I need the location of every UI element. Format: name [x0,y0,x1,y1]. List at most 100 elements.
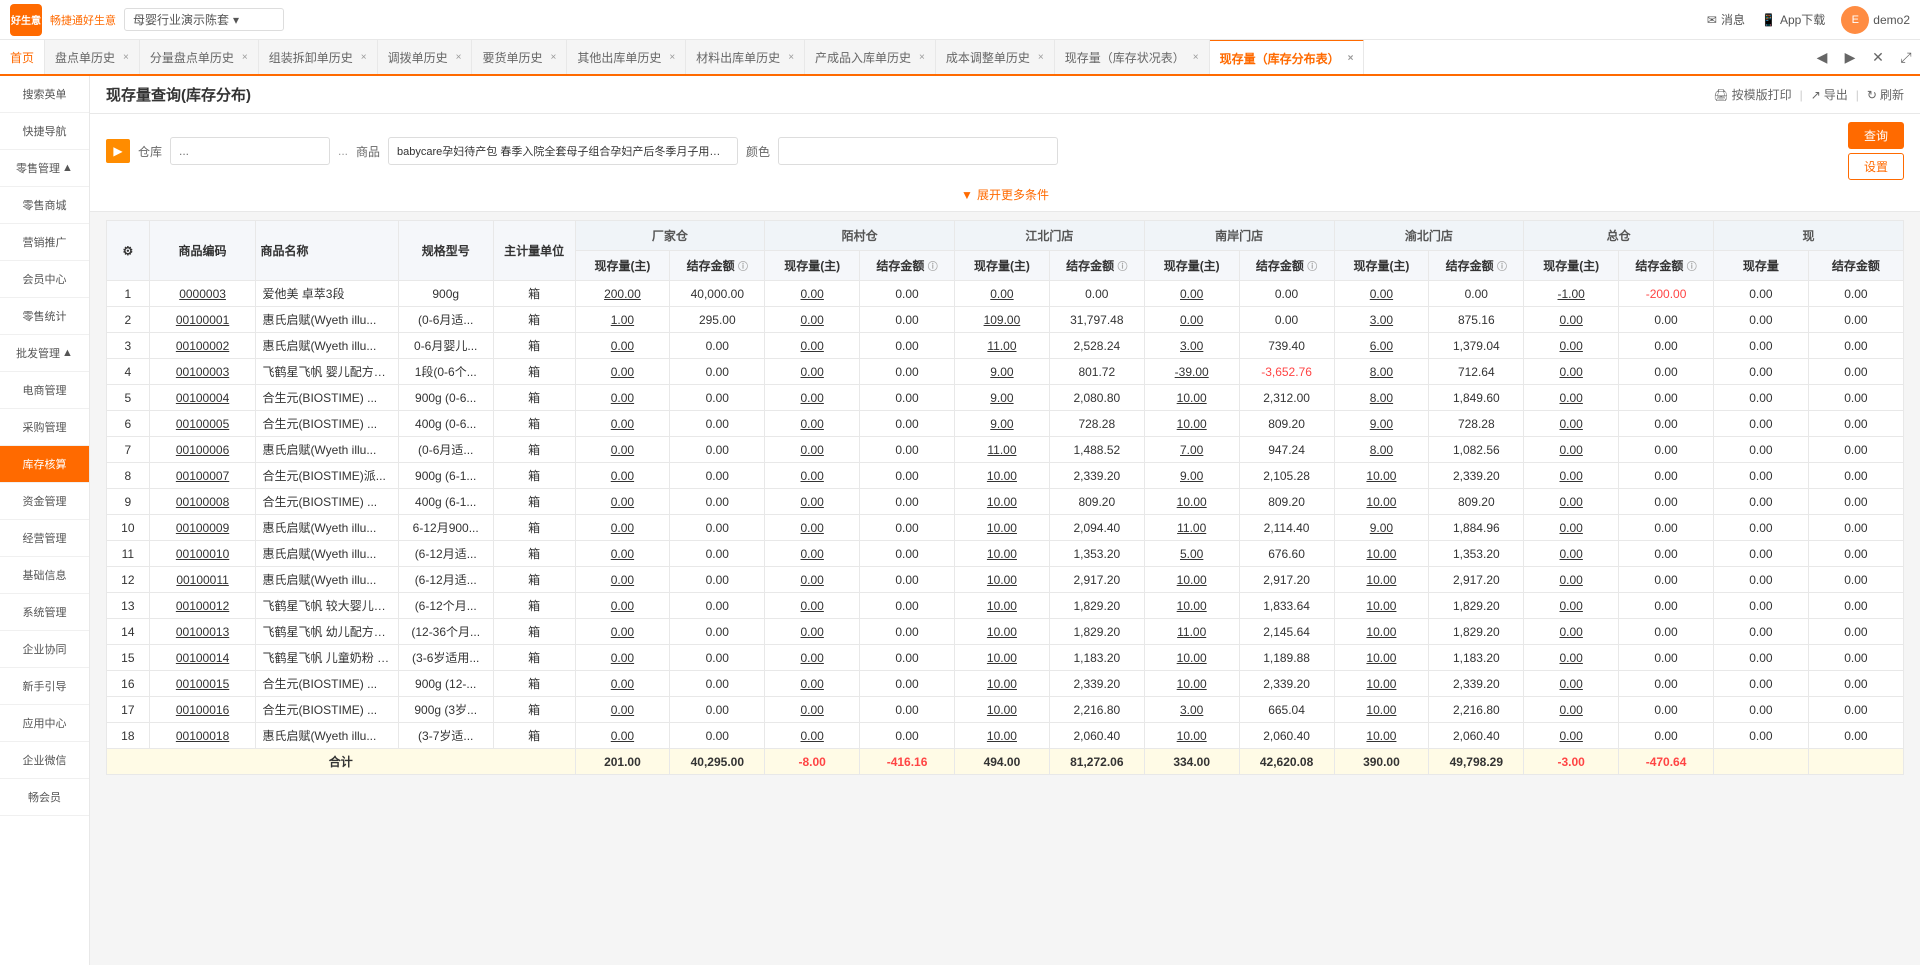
cell-na-qty[interactable]: 10.00 [1144,411,1239,437]
cell-jb-qty[interactable]: 10.00 [955,697,1050,723]
cell-total-qty[interactable]: 0.00 [1524,619,1619,645]
cell-fj-qty[interactable]: 0.00 [575,411,670,437]
info-icon-5[interactable]: ⓘ [1497,262,1507,273]
tab-9-close[interactable]: × [1038,52,1044,63]
cell-na-qty[interactable]: 9.00 [1144,463,1239,489]
app-download-btn[interactable]: 📱 App下载 [1761,11,1825,28]
cell-fj-qty[interactable]: 0.00 [575,593,670,619]
cell-mc-qty[interactable]: 0.00 [765,593,860,619]
cell-total-qty[interactable]: -1.00 [1524,281,1619,307]
cell-code[interactable]: 00100006 [149,437,256,463]
cell-fj-qty[interactable]: 0.00 [575,567,670,593]
cell-code[interactable]: 00100007 [149,463,256,489]
cell-yb-qty[interactable]: 10.00 [1334,645,1429,671]
sidebar-item-guide[interactable]: 新手引导 [0,668,89,705]
cell-fj-qty[interactable]: 0.00 [575,437,670,463]
cell-fj-qty[interactable]: 0.00 [575,619,670,645]
cell-total-qty[interactable]: 0.00 [1524,541,1619,567]
sidebar-item-ecommerce[interactable]: 电商管理 [0,372,89,409]
cell-code[interactable]: 00100002 [149,333,256,359]
tab-6-close[interactable]: × [669,52,675,63]
cell-jb-qty[interactable]: 10.00 [955,541,1050,567]
expand-more-row[interactable]: ▼ 展开更多条件 [106,186,1904,203]
cell-mc-qty[interactable]: 0.00 [765,515,860,541]
sidebar-item-members[interactable]: 会员中心 [0,261,89,298]
refresh-btn[interactable]: ↻ 刷新 [1867,86,1904,103]
settings-gear-icon[interactable]: ⚙ [122,244,133,258]
cell-na-qty[interactable]: 5.00 [1144,541,1239,567]
cell-mc-qty[interactable]: 0.00 [765,541,860,567]
sidebar-item-shortcuts[interactable]: 快捷导航 [0,113,89,150]
cell-total-qty[interactable]: 0.00 [1524,697,1619,723]
cell-code[interactable]: 0000003 [149,281,256,307]
cell-yb-qty[interactable]: 10.00 [1334,463,1429,489]
sidebar-item-purchase[interactable]: 采购管理 [0,409,89,446]
cell-na-qty[interactable]: 0.00 [1144,307,1239,333]
filter-expand-btn[interactable]: ▶ [106,139,130,163]
cell-mc-qty[interactable]: 0.00 [765,411,860,437]
cell-yb-qty[interactable]: 10.00 [1334,697,1429,723]
cell-total-qty[interactable]: 0.00 [1524,385,1619,411]
cell-na-qty[interactable]: 10.00 [1144,723,1239,749]
tab-10-close[interactable]: × [1193,52,1199,63]
sidebar-item-basic-info[interactable]: 基础信息 [0,557,89,594]
cell-mc-qty[interactable]: 0.00 [765,671,860,697]
cell-na-qty[interactable]: 10.00 [1144,489,1239,515]
cell-total-qty[interactable]: 0.00 [1524,671,1619,697]
tab-3-close[interactable]: × [361,52,367,63]
cell-fj-qty[interactable]: 1.00 [575,307,670,333]
cell-mc-qty[interactable]: 0.00 [765,567,860,593]
tab-9[interactable]: 成本调整单历史 × [936,40,1055,75]
cell-jb-qty[interactable]: 9.00 [955,359,1050,385]
cell-yb-qty[interactable]: 8.00 [1334,385,1429,411]
cell-total-qty[interactable]: 0.00 [1524,333,1619,359]
cell-total-qty[interactable]: 0.00 [1524,463,1619,489]
cell-yb-qty[interactable]: 8.00 [1334,359,1429,385]
sidebar-item-apps[interactable]: 应用中心 [0,705,89,742]
cell-yb-qty[interactable]: 10.00 [1334,619,1429,645]
info-icon-1[interactable]: ⓘ [738,262,748,273]
cell-jb-qty[interactable]: 10.00 [955,671,1050,697]
sidebar-item-enterprise[interactable]: 企业协同 [0,631,89,668]
product-input[interactable]: babycare孕妇待产包 春季入院全套母子组合孕妇产后冬季月子用品 22件套 … [388,137,738,165]
sidebar-item-store[interactable]: 零售商城 [0,187,89,224]
cell-jb-qty[interactable]: 10.00 [955,593,1050,619]
print-btn[interactable]: 🖨 按模版打印 [1713,86,1791,103]
cell-mc-qty[interactable]: 0.00 [765,723,860,749]
cell-mc-qty[interactable]: 0.00 [765,359,860,385]
cell-total-qty[interactable]: 0.00 [1524,567,1619,593]
cell-total-qty[interactable]: 0.00 [1524,489,1619,515]
cell-na-qty[interactable]: 10.00 [1144,567,1239,593]
color-input[interactable] [778,137,1058,165]
cell-mc-qty[interactable]: 0.00 [765,437,860,463]
cell-na-qty[interactable]: 10.00 [1144,671,1239,697]
tab-1-close[interactable]: × [123,52,129,63]
cell-na-qty[interactable]: -39.00 [1144,359,1239,385]
cell-code[interactable]: 00100001 [149,307,256,333]
cell-na-qty[interactable]: 3.00 [1144,333,1239,359]
warehouse-input[interactable] [170,137,330,165]
cell-jb-qty[interactable]: 10.00 [955,619,1050,645]
cell-jb-qty[interactable]: 109.00 [955,307,1050,333]
cell-mc-qty[interactable]: 0.00 [765,385,860,411]
cell-total-qty[interactable]: 0.00 [1524,411,1619,437]
cell-fj-qty[interactable]: 0.00 [575,489,670,515]
cell-code[interactable]: 00100018 [149,723,256,749]
tab-11-close[interactable]: × [1348,53,1354,64]
tab-3[interactable]: 组装拆卸单历史 × [259,40,378,75]
cell-code[interactable]: 00100013 [149,619,256,645]
cell-yb-qty[interactable]: 10.00 [1334,593,1429,619]
cell-jb-qty[interactable]: 11.00 [955,437,1050,463]
cell-fj-qty[interactable]: 0.00 [575,359,670,385]
cell-na-qty[interactable]: 10.00 [1144,645,1239,671]
cell-code[interactable]: 00100010 [149,541,256,567]
cell-na-qty[interactable]: 11.00 [1144,515,1239,541]
cell-yb-qty[interactable]: 0.00 [1334,281,1429,307]
cell-yb-qty[interactable]: 6.00 [1334,333,1429,359]
cell-mc-qty[interactable]: 0.00 [765,489,860,515]
cell-jb-qty[interactable]: 10.00 [955,463,1050,489]
cell-fj-qty[interactable]: 0.00 [575,333,670,359]
cell-jb-qty[interactable]: 9.00 [955,411,1050,437]
cell-jb-qty[interactable]: 9.00 [955,385,1050,411]
cell-total-qty[interactable]: 0.00 [1524,645,1619,671]
